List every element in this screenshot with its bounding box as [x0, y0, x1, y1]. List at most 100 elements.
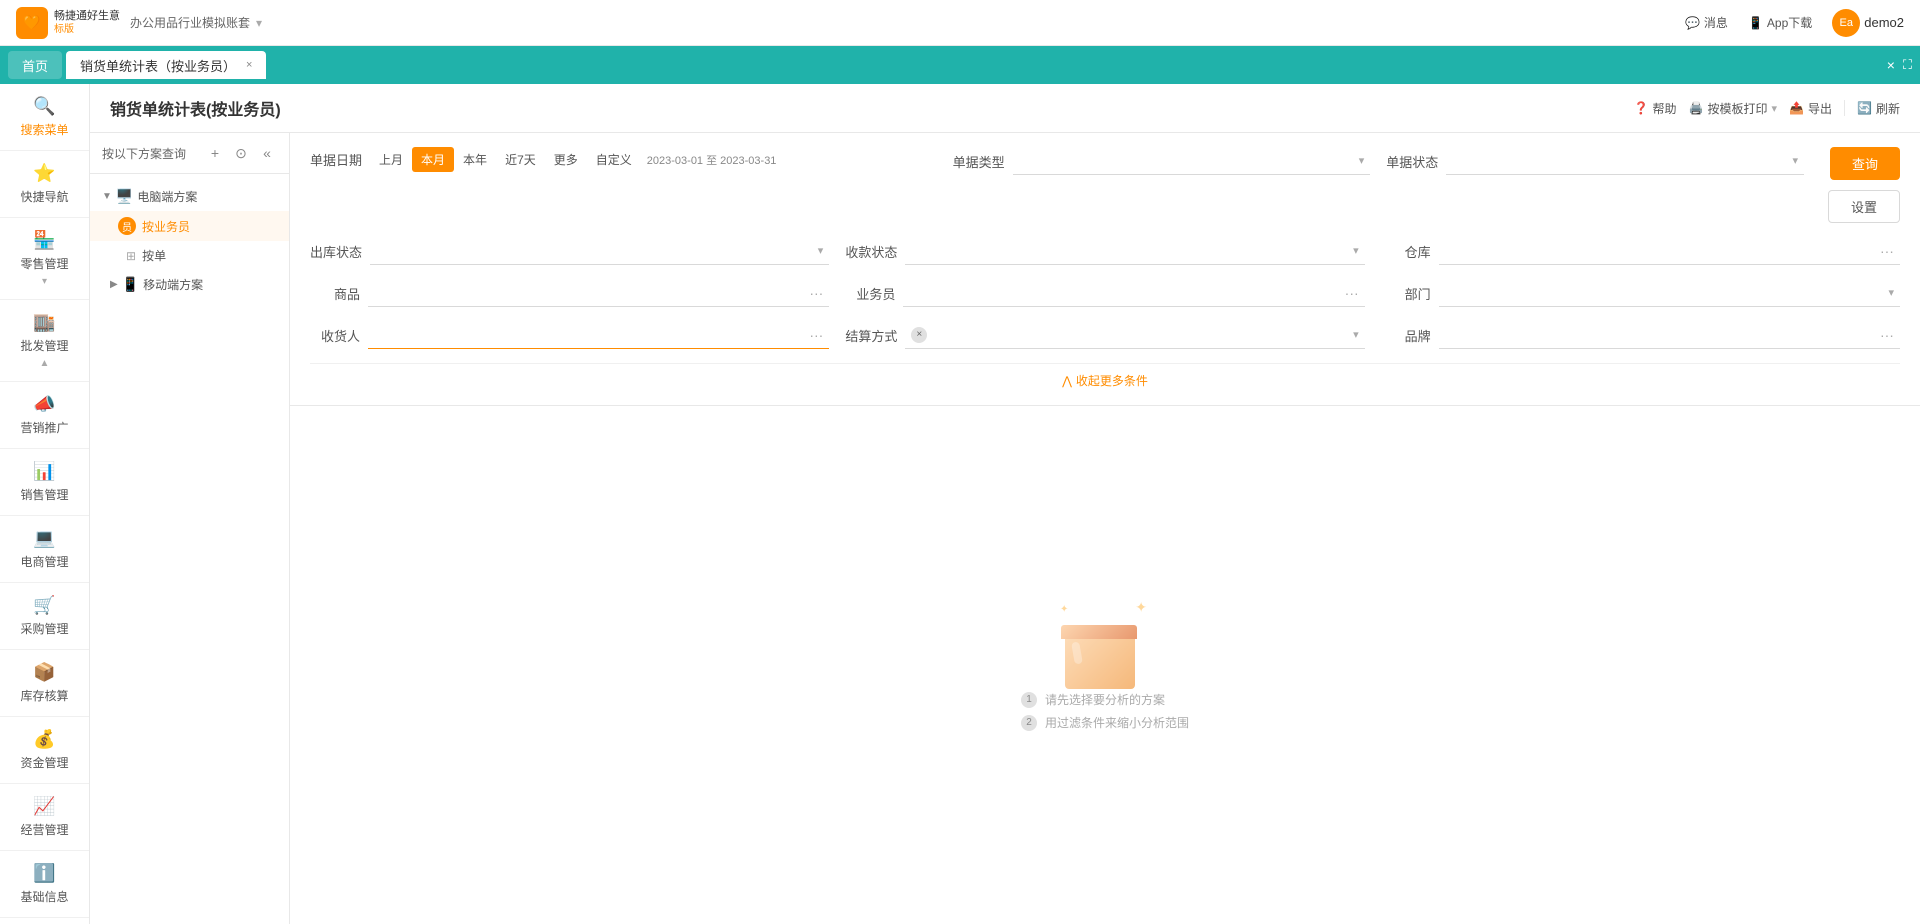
payment-status-dropdown-icon: ▾	[1353, 244, 1359, 257]
brand-input[interactable]: ···	[1439, 321, 1900, 349]
sidebar-item-purchase[interactable]: 🛒 采购管理	[0, 583, 89, 650]
marketing-icon: 📣	[33, 394, 55, 415]
maximize-window-icon[interactable]: ⛶	[1903, 57, 1912, 73]
department-label: 部门	[1381, 284, 1431, 303]
payment-status-input[interactable]: ▾	[905, 237, 1364, 265]
scheme-settings-button[interactable]: ⊙	[231, 143, 251, 163]
tab-close-button[interactable]: ×	[246, 59, 252, 71]
help-icon: ❓	[1634, 101, 1649, 115]
settlement-clear-button[interactable]: ×	[911, 327, 927, 343]
brand-cell: 品牌 ···	[1381, 321, 1900, 349]
sidebar-item-basic-info[interactable]: ℹ️ 基础信息	[0, 851, 89, 918]
purchase-icon: 🛒	[33, 595, 55, 616]
salesperson-input[interactable]: ···	[903, 279, 1364, 307]
out-status-label: 出库状态	[310, 242, 362, 261]
date-label: 单据日期	[310, 150, 362, 169]
breadcrumb: 办公用品行业模拟账套 ▾	[130, 14, 262, 31]
tab-home[interactable]: 首页	[8, 51, 62, 79]
avatar: Ea	[1832, 9, 1860, 37]
sidebar-item-system[interactable]: ⚙️ 系统管理	[0, 918, 89, 924]
date-range-text: 2023-03-01 至 2023-03-31	[647, 152, 777, 168]
refresh-button[interactable]: 🔄 刷新	[1857, 100, 1900, 117]
sidebar-item-ecommerce[interactable]: 💻 电商管理	[0, 516, 89, 583]
sidebar: 🔍 搜索菜单 ⭐ 快捷导航 🏪 零售管理 ▾ 🏬 批发管理 ▲ 📣 营销推广 📊…	[0, 84, 90, 924]
help-button[interactable]: ❓ 帮助	[1634, 100, 1677, 117]
tab-active[interactable]: 销货单统计表（按业务员） ×	[66, 51, 266, 79]
sidebar-item-finance[interactable]: 💰 资金管理	[0, 717, 89, 784]
salesperson-dots-icon: ···	[1345, 285, 1359, 301]
collapse-icon: «	[263, 145, 271, 161]
filter-row-3: 商品 ··· 业务员 ···	[310, 279, 1900, 307]
sidebar-item-marketing[interactable]: 📣 营销推广	[0, 382, 89, 449]
logo-text: 畅捷通好生意 标版	[54, 9, 120, 36]
settlement-input[interactable]: × ▾	[905, 321, 1364, 349]
tree-group-mobile: ▶ 📱 移动端方案	[90, 270, 289, 299]
settlement-cell: 结算方式 × ▾	[845, 321, 1364, 349]
setting-button[interactable]: 设置	[1828, 190, 1900, 223]
scheme-add-button[interactable]: +	[205, 143, 225, 163]
salesperson-cell: 业务员 ···	[845, 279, 1364, 307]
empty-illustration: ✦ ✦	[1055, 599, 1155, 679]
sidebar-item-retail[interactable]: 🏪 零售管理 ▾	[0, 218, 89, 300]
tab-bar: 首页 销货单统计表（按业务员） × × ⛶	[0, 46, 1920, 84]
salesperson-scheme-icon: 员	[118, 217, 136, 235]
date-btn-this-month[interactable]: 本月	[412, 147, 454, 172]
close-window-icon[interactable]: ×	[1887, 57, 1895, 73]
divider	[1844, 100, 1845, 116]
sidebar-item-wholesale[interactable]: 🏬 批发管理 ▲	[0, 300, 89, 382]
user-avatar-area[interactable]: Ea demo2	[1832, 9, 1904, 37]
department-input[interactable]: ▾	[1439, 279, 1900, 307]
messages-button[interactable]: 💬 消息	[1685, 14, 1728, 31]
retail-icon: 🏪	[33, 230, 55, 251]
date-btn-this-year[interactable]: 本年	[454, 147, 496, 172]
tree-item-by-order[interactable]: ⊞ 按单	[90, 241, 289, 270]
tree-arrow-mobile-icon: ▶	[110, 279, 118, 290]
date-btn-7days[interactable]: 近7天	[496, 147, 545, 172]
breadcrumb-dropdown-icon[interactable]: ▾	[256, 16, 262, 30]
scheme-header-icons: + ⊙ «	[205, 143, 277, 163]
out-status-input[interactable]: ▾	[370, 237, 829, 265]
sidebar-item-quick-nav[interactable]: ⭐ 快捷导航	[0, 151, 89, 218]
recipient-input[interactable]: ···	[368, 321, 829, 349]
step-2-num: 2	[1021, 715, 1037, 731]
date-btn-custom[interactable]: 自定义	[587, 147, 641, 172]
content-area: 销货单统计表(按业务员) ❓ 帮助 🖨️ 按模板打印 ▾ 📤 导出 🔄	[90, 84, 1920, 924]
logo-icon: 🧡	[16, 7, 48, 39]
query-button[interactable]: 查询	[1830, 147, 1900, 180]
sidebar-item-sales[interactable]: 📊 销售管理	[0, 449, 89, 516]
sidebar-item-operations[interactable]: 📈 经营管理	[0, 784, 89, 851]
print-dropdown-icon[interactable]: ▾	[1772, 102, 1778, 115]
filter-row-4: 收货人 ··· 结算方式 × ▾	[310, 321, 1900, 349]
date-btn-last-month[interactable]: 上月	[370, 147, 412, 172]
data-area: 单据日期 上月 本月 本年 近7天 更多 自定义 2023-03-01 至 20…	[290, 133, 1920, 924]
wholesale-expand-icon: ▲	[40, 358, 50, 369]
export-button[interactable]: 📤 导出	[1789, 100, 1832, 117]
doc-type-input[interactable]: ▾	[1013, 147, 1371, 175]
date-btn-more[interactable]: 更多	[545, 147, 587, 172]
warehouse-input[interactable]: ···	[1439, 237, 1900, 265]
quick-nav-icon: ⭐	[33, 163, 55, 184]
step-1-num: 1	[1021, 692, 1037, 708]
split-panel: 按以下方案查询 + ⊙ «	[90, 133, 1920, 924]
header-left: 🧡 畅捷通好生意 标版 办公用品行业模拟账套 ▾	[16, 7, 262, 39]
tree-item-salesperson[interactable]: 员 按业务员	[90, 211, 289, 241]
header-right: 💬 消息 📱 App下载 Ea demo2	[1685, 9, 1904, 37]
product-input[interactable]: ···	[368, 279, 829, 307]
sidebar-item-inventory[interactable]: 📦 库存核算	[0, 650, 89, 717]
tree-arrow-icon: ▼	[102, 191, 112, 202]
sidebar-item-search-menu[interactable]: 🔍 搜索菜单	[0, 84, 89, 151]
print-button[interactable]: 🖨️ 按模板打印 ▾	[1689, 100, 1778, 117]
tree-group-desktop-header[interactable]: ▼ 🖥️ 电脑端方案	[90, 182, 289, 211]
app-download-button[interactable]: 📱 App下载	[1748, 14, 1812, 31]
tree-group-desktop: ▼ 🖥️ 电脑端方案 员 按业务员 ⊞ 按单	[90, 182, 289, 270]
doc-status-input[interactable]: ▾	[1446, 147, 1804, 175]
action-column: 查询 设置	[1820, 147, 1900, 223]
settings-icon: ⊙	[235, 145, 247, 162]
top-header: 🧡 畅捷通好生意 标版 办公用品行业模拟账套 ▾ 💬 消息 📱 App下载 Ea…	[0, 0, 1920, 46]
tree-group-mobile-header[interactable]: ▶ 📱 移动端方案	[90, 270, 289, 299]
scheme-collapse-button[interactable]: «	[257, 143, 277, 163]
out-status-cell: 出库状态 ▾	[310, 237, 829, 265]
collapse-bar[interactable]: ⋀ 收起更多条件	[310, 363, 1900, 397]
mobile-folder-icon: 📱	[122, 276, 139, 293]
recipient-dots-icon: ···	[809, 327, 823, 343]
